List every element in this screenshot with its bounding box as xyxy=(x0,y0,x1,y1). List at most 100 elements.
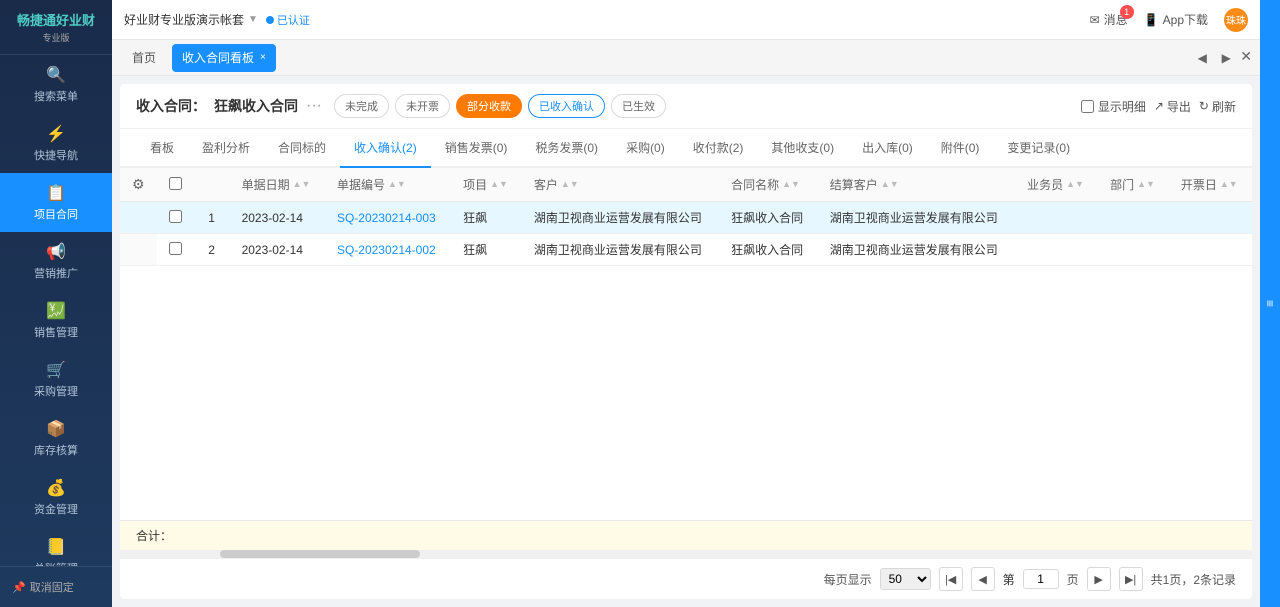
prev-page-button[interactable]: ◀ xyxy=(971,567,995,591)
col-salesperson-header: 业务员 ▲▼ xyxy=(1015,168,1098,202)
topbar-left: 好业财专业版演示帐套 ▼ 已认证 xyxy=(124,11,310,28)
refresh-button[interactable]: ↻ 刷新 xyxy=(1199,98,1236,115)
next-tab-button[interactable]: ▶ xyxy=(1216,48,1236,68)
sidebar-item-purchase[interactable]: 🛒 采购管理 xyxy=(0,350,112,409)
row1-settings xyxy=(120,202,157,234)
sidebar-bottom: 📌 取消固定 xyxy=(0,566,112,607)
sidebar-item-search[interactable]: 🔍 搜索菜单 xyxy=(0,55,112,114)
user-avatar[interactable]: 珠珠 xyxy=(1224,8,1248,32)
last-page-button[interactable]: ▶| xyxy=(1119,567,1143,591)
tab-sales-invoice[interactable]: 销售发票(0) xyxy=(431,129,522,168)
row2-num: 2 xyxy=(194,234,230,266)
tab-income-confirmation[interactable]: 收入确认(2) xyxy=(340,129,431,168)
sidebar-item-project-contract[interactable]: 📋 项目合同 xyxy=(0,173,112,232)
tab-profit-analysis[interactable]: 盈利分析 xyxy=(188,129,264,168)
tab-other-income[interactable]: 其他收支(0) xyxy=(757,129,848,168)
more-options-button[interactable]: ··· xyxy=(306,97,322,115)
sidebar-item-finance[interactable]: 💰 资金管理 xyxy=(0,468,112,527)
sort-salesperson[interactable]: 业务员 ▲▼ xyxy=(1027,176,1086,193)
page-number-input[interactable] xyxy=(1023,569,1059,589)
content-area: 收入合同： 狂飙收入合同 ··· 未完成 未开票 部分收款 已收入确认 已生效 … xyxy=(120,84,1252,599)
col-check-header xyxy=(157,168,194,202)
row2-settings xyxy=(120,234,157,266)
sort-icon-contract: ▲▼ xyxy=(782,180,800,189)
export-button[interactable]: ↗ 导出 xyxy=(1154,98,1191,115)
pin-icon: 📌 xyxy=(12,581,26,594)
row1-project: 狂飙 xyxy=(451,202,522,234)
table-row[interactable]: 2 2023-02-14 SQ-20230214-002 狂飙 湖南卫视商业运营… xyxy=(120,234,1252,266)
sort-icon-result-customer: ▲▼ xyxy=(881,180,899,189)
message-button[interactable]: ✉ 消息 1 xyxy=(1090,11,1128,28)
tab-close-icon[interactable]: × xyxy=(260,52,266,63)
first-page-button[interactable]: |◀ xyxy=(939,567,963,591)
sort-number[interactable]: 单据编号 ▲▼ xyxy=(337,176,439,193)
row1-num: 1 xyxy=(194,202,230,234)
col-settings-header: ⚙ xyxy=(120,168,157,202)
row2-number-link[interactable]: SQ-20230214-002 xyxy=(337,243,436,257)
purchase-icon: 🛒 xyxy=(46,360,66,380)
cert-label: 已认证 xyxy=(277,12,310,28)
tab-contract-board[interactable]: 收入合同看板 × xyxy=(172,44,276,72)
show-detail-checkbox-label[interactable]: 显示明细 xyxy=(1081,98,1146,115)
sidebar-item-label: 采购管理 xyxy=(34,383,78,399)
row1-number-link[interactable]: SQ-20230214-003 xyxy=(337,211,436,225)
right-panel[interactable]: ≡ xyxy=(1260,0,1280,607)
unpin-button[interactable]: 📌 取消固定 xyxy=(8,575,104,599)
next-page-button[interactable]: ▶ xyxy=(1087,567,1111,591)
page-size-select[interactable]: 50 100 200 xyxy=(880,568,931,590)
row1-select-checkbox[interactable] xyxy=(169,210,182,223)
sort-open-date[interactable]: 开票日 ▲▼ xyxy=(1181,176,1240,193)
sidebar-item-ledger[interactable]: 📒 总账管理 xyxy=(0,527,112,566)
search-nav-icon: 🔍 xyxy=(46,65,66,85)
table-footer: 合计： xyxy=(120,520,1252,550)
tab-board[interactable]: 看板 xyxy=(136,129,188,168)
logo-text: 畅捷通好业财 xyxy=(17,10,95,29)
project-icon: 📋 xyxy=(46,183,66,203)
sort-date[interactable]: 单据日期 ▲▼ xyxy=(242,176,313,193)
tab-attachments[interactable]: 附件(0) xyxy=(927,129,994,168)
sidebar-item-quicknav[interactable]: ⚡ 快捷导航 xyxy=(0,114,112,173)
sort-result-customer[interactable]: 结算客户 ▲▼ xyxy=(830,176,1003,193)
tab-contract-subject[interactable]: 合同标的 xyxy=(264,129,340,168)
show-detail-checkbox[interactable] xyxy=(1081,100,1094,113)
company-selector[interactable]: 好业财专业版演示帐套 ▼ xyxy=(124,11,258,28)
sort-department[interactable]: 部门 ▲▼ xyxy=(1110,176,1157,193)
sort-customer[interactable]: 客户 ▲▼ xyxy=(534,176,707,193)
status-effective[interactable]: 已生效 xyxy=(611,94,666,118)
message-badge: 1 xyxy=(1120,5,1134,19)
sidebar-item-label: 项目合同 xyxy=(34,206,78,222)
row2-select-checkbox[interactable] xyxy=(169,242,182,255)
table-row[interactable]: 1 2023-02-14 SQ-20230214-003 狂飙 湖南卫视商业运营… xyxy=(120,202,1252,234)
sort-project[interactable]: 项目 ▲▼ xyxy=(463,176,510,193)
phone-icon: 📱 xyxy=(1144,13,1159,27)
sidebar-item-label: 资金管理 xyxy=(34,501,78,517)
sidebar-item-sales[interactable]: 💹 销售管理 xyxy=(0,291,112,350)
tab-home[interactable]: 首页 xyxy=(120,44,168,72)
tab-purchase[interactable]: 采购(0) xyxy=(612,129,679,168)
tab-warehouse[interactable]: 出入库(0) xyxy=(848,129,927,168)
total-info: 共1页，2条记录 xyxy=(1151,571,1236,588)
prev-tab-button[interactable]: ◀ xyxy=(1192,48,1212,68)
close-button[interactable]: ✕ xyxy=(1240,48,1252,68)
sidebar-item-marketing[interactable]: 📢 营销推广 xyxy=(0,232,112,291)
export-label: 导出 xyxy=(1167,98,1191,115)
column-settings-icon[interactable]: ⚙ xyxy=(132,176,145,192)
tab-tax-invoice[interactable]: 税务发票(0) xyxy=(521,129,612,168)
status-income-confirmed[interactable]: 已收入确认 xyxy=(528,94,605,118)
status-uninvoiced[interactable]: 未开票 xyxy=(395,94,450,118)
row1-date: 2023-02-14 xyxy=(230,202,325,234)
title-name: 狂飙收入合同 xyxy=(214,96,298,116)
row2-result-customer: 湖南卫视商业运营发展有限公司 xyxy=(818,234,1015,266)
sort-contract[interactable]: 合同名称 ▲▼ xyxy=(731,176,806,193)
select-all-checkbox[interactable] xyxy=(169,177,182,190)
marketing-icon: 📢 xyxy=(46,242,66,262)
cert-dot-icon xyxy=(266,16,274,24)
app-download-button[interactable]: 📱 App下载 xyxy=(1144,11,1208,28)
scroll-thumb[interactable] xyxy=(220,550,420,558)
tab-change-log[interactable]: 变更记录(0) xyxy=(993,129,1084,168)
tab-payment[interactable]: 收付款(2) xyxy=(679,129,758,168)
status-incomplete[interactable]: 未完成 xyxy=(334,94,389,118)
sidebar-item-inventory[interactable]: 📦 库存核算 xyxy=(0,409,112,468)
horizontal-scrollbar[interactable] xyxy=(120,550,1252,558)
status-partial-receipt[interactable]: 部分收款 xyxy=(456,94,522,118)
